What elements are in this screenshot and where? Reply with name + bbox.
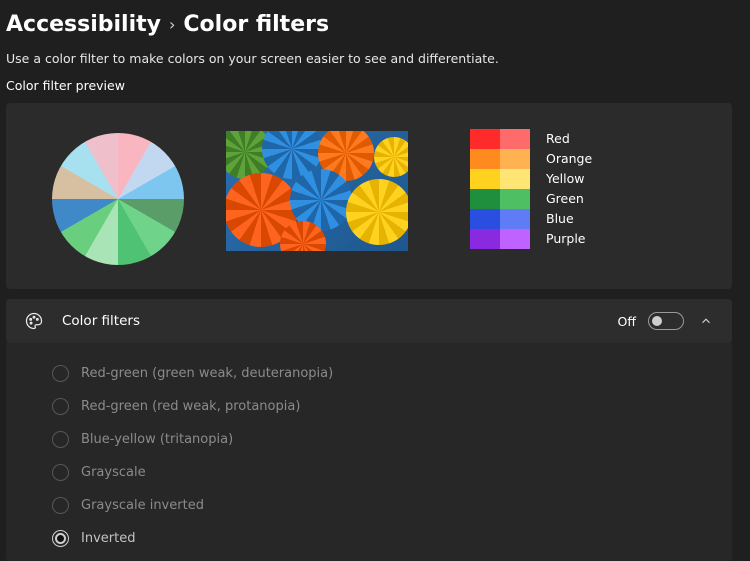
color-filter-options: Red-green (green weak, deuteranopia) Red-…	[6, 343, 732, 561]
color-swatch	[470, 229, 530, 249]
color-swatch-label: Blue	[546, 209, 592, 229]
radio-button[interactable]	[52, 464, 69, 481]
filter-option[interactable]: Grayscale inverted	[52, 489, 714, 522]
color-swatch-label: Red	[546, 129, 592, 149]
color-swatch	[470, 149, 530, 169]
filter-option-label: Grayscale	[81, 465, 146, 480]
radio-button[interactable]	[52, 398, 69, 415]
filter-option[interactable]: Red-green (red weak, protanopia)	[52, 390, 714, 423]
filter-option-label: Inverted	[81, 531, 135, 546]
palette-icon	[24, 311, 44, 331]
filter-option[interactable]: Grayscale	[52, 456, 714, 489]
color-wheel-preview	[52, 133, 184, 265]
page-title: Color filters	[183, 12, 329, 37]
breadcrumb: Accessibility › Color filters	[6, 8, 732, 43]
color-filter-preview-card: RedOrangeYellowGreenBluePurple	[6, 103, 732, 289]
color-swatch-label: Orange	[546, 149, 592, 169]
filter-option-label: Grayscale inverted	[81, 498, 204, 513]
color-filters-toggle[interactable]	[648, 312, 684, 330]
radio-button[interactable]	[52, 497, 69, 514]
radio-button[interactable]	[52, 431, 69, 448]
color-swatch-label: Green	[546, 189, 592, 209]
filter-option-label: Red-green (red weak, protanopia)	[81, 399, 300, 414]
color-swatch	[470, 129, 530, 149]
color-swatch	[470, 169, 530, 189]
filter-option[interactable]: Inverted	[52, 522, 714, 555]
filter-option-label: Blue-yellow (tritanopia)	[81, 432, 233, 447]
chevron-up-icon[interactable]	[696, 311, 716, 331]
preview-heading: Color filter preview	[6, 78, 732, 93]
filter-option[interactable]: Red-green (green weak, deuteranopia)	[52, 357, 714, 390]
breadcrumb-parent[interactable]: Accessibility	[6, 12, 161, 37]
color-swatch-label: Purple	[546, 229, 592, 249]
filter-option-label: Red-green (green weak, deuteranopia)	[81, 366, 333, 381]
color-swatch	[470, 189, 530, 209]
color-swatch	[470, 209, 530, 229]
page-description: Use a color filter to make colors on you…	[6, 51, 732, 66]
filter-option[interactable]: Blue-yellow (tritanopia)	[52, 423, 714, 456]
radio-button[interactable]	[52, 365, 69, 382]
sample-photo-preview	[226, 131, 408, 251]
chevron-right-icon: ›	[169, 15, 175, 34]
radio-button[interactable]	[52, 530, 69, 547]
color-filters-expander-header[interactable]: Color filters Off	[6, 299, 732, 343]
color-filters-title: Color filters	[62, 313, 140, 329]
color-filters-state-label: Off	[618, 314, 636, 329]
color-swatch-label: Yellow	[546, 169, 592, 189]
color-swatch-legend: RedOrangeYellowGreenBluePurple	[470, 129, 592, 249]
